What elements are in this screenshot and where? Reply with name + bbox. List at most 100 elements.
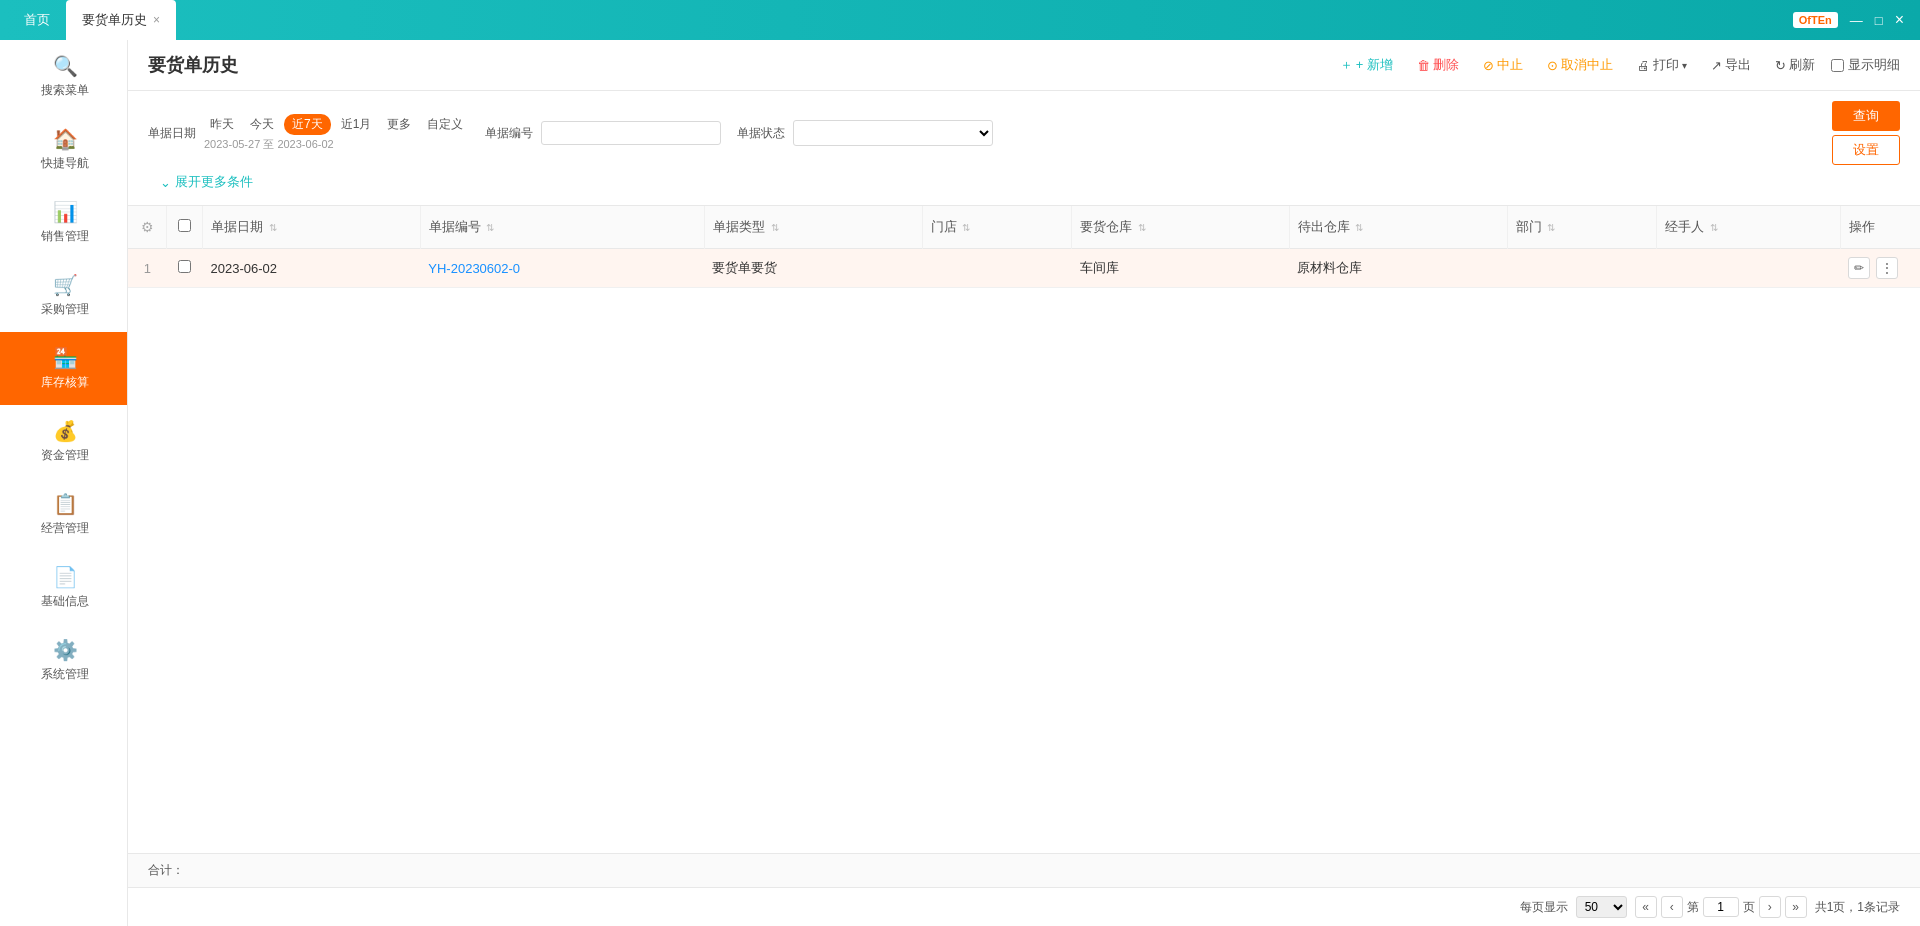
cancel-stop-label: 取消中止 — [1561, 56, 1613, 74]
column-settings-icon[interactable]: ⚙ — [136, 216, 158, 238]
search-area: 单据日期 昨天 今天 近7天 近1月 更多 自定义 2023-05-27 至 2… — [128, 91, 1920, 206]
delete-button[interactable]: 🗑 删除 — [1409, 52, 1467, 78]
sidebar-item-basic[interactable]: 📄 基础信息 — [0, 551, 127, 624]
col-dept: 部门 ⇅ — [1507, 206, 1656, 249]
order-no-link[interactable]: YH-20230602-0 — [428, 261, 520, 276]
col-ops-label: 操作 — [1849, 219, 1875, 234]
col-handler: 经手人 ⇅ — [1656, 206, 1840, 249]
stop-icon: ⊘ — [1483, 58, 1494, 73]
purchase-icon: 🛒 — [53, 273, 78, 297]
row-checkbox[interactable] — [178, 260, 191, 273]
page-goto-label: 第 — [1687, 899, 1699, 916]
page-first-btn[interactable]: « — [1635, 896, 1657, 918]
system-icon: ⚙️ — [53, 638, 78, 662]
status-select[interactable] — [793, 120, 993, 146]
sidebar-item-sales-label: 销售管理 — [41, 228, 89, 245]
shortcut-more[interactable]: 更多 — [381, 114, 417, 135]
print-icon: 🖨 — [1637, 58, 1650, 73]
row-edit-btn[interactable]: ✏ — [1848, 257, 1870, 279]
expand-chevron-icon: ⌄ — [160, 175, 171, 190]
operation-icon: 📋 — [53, 492, 78, 516]
tab-history[interactable]: 要货单历史 × — [66, 0, 176, 40]
add-button[interactable]: ＋ + 新增 — [1332, 52, 1401, 78]
col-store: 门店 ⇅ — [922, 206, 1071, 249]
page-prev-btn[interactable]: ‹ — [1661, 896, 1683, 918]
display-detail-checkbox[interactable] — [1831, 59, 1844, 72]
finance-icon: 💰 — [53, 419, 78, 443]
tab-home-label: 首页 — [24, 11, 50, 29]
col-dept-sort-icon[interactable]: ⇅ — [1547, 222, 1555, 233]
sidebar-item-finance[interactable]: 💰 资金管理 — [0, 405, 127, 478]
cancel-stop-button[interactable]: ⊙ 取消中止 — [1539, 52, 1621, 78]
sidebar-item-system-label: 系统管理 — [41, 666, 89, 683]
sidebar: 🔍 搜索菜单 🏠 快捷导航 📊 销售管理 🛒 采购管理 🏪 库存核算 💰 资金管… — [0, 40, 128, 926]
cell-date: 2023-06-02 — [203, 249, 421, 288]
window-close-btn[interactable]: × — [1895, 11, 1904, 29]
shortcut-custom[interactable]: 自定义 — [421, 114, 469, 135]
cell-checkbox — [167, 249, 203, 288]
pagination-bar: 每页显示 10 20 50 100 « ‹ 第 1 页 › » 共1页，1条记录 — [128, 887, 1920, 926]
page-size-select[interactable]: 10 20 50 100 — [1576, 896, 1627, 918]
col-checkbox — [167, 206, 203, 249]
cancel-icon: ⊙ — [1547, 58, 1558, 73]
col-handler-sort-icon[interactable]: ⇅ — [1710, 222, 1718, 233]
tab-close-icon[interactable]: × — [153, 13, 160, 27]
sidebar-item-operation[interactable]: 📋 经营管理 — [0, 478, 127, 551]
page-goto-suffix: 页 — [1743, 899, 1755, 916]
shortcut-1month[interactable]: 近1月 — [335, 114, 378, 135]
cell-req-warehouse: 车间库 — [1072, 249, 1290, 288]
stop-button[interactable]: ⊘ 中止 — [1475, 52, 1531, 78]
sidebar-item-sales[interactable]: 📊 销售管理 — [0, 186, 127, 259]
col-type-sort-icon[interactable]: ⇅ — [771, 222, 779, 233]
refresh-button[interactable]: ↻ 刷新 — [1767, 52, 1823, 78]
select-all-checkbox[interactable] — [178, 219, 191, 232]
order-no-field: 单据编号 — [485, 121, 721, 145]
col-req-warehouse-label: 要货仓库 — [1080, 219, 1132, 234]
sidebar-item-basic-label: 基础信息 — [41, 593, 89, 610]
sidebar-item-search[interactable]: 🔍 搜索菜单 — [0, 40, 127, 113]
toolbar: ＋ + 新增 🗑 删除 ⊘ 中止 ⊙ 取消中止 🖨 打印 — [1332, 52, 1900, 78]
date-label: 单据日期 — [148, 125, 196, 142]
page-last-btn[interactable]: » — [1785, 896, 1807, 918]
export-label: 导出 — [1725, 56, 1751, 74]
cell-store — [922, 249, 1071, 288]
shortcut-yesterday[interactable]: 昨天 — [204, 114, 240, 135]
top-bar: 首页 要货单历史 × OfTEn — □ × — [0, 0, 1920, 40]
col-pending-warehouse-sort-icon[interactable]: ⇅ — [1355, 222, 1363, 233]
search-row: 单据日期 昨天 今天 近7天 近1月 更多 自定义 2023-05-27 至 2… — [148, 101, 1900, 165]
window-minimize-btn[interactable]: — — [1850, 13, 1863, 28]
col-store-sort-icon[interactable]: ⇅ — [962, 222, 970, 233]
export-button[interactable]: ↗ 导出 — [1703, 52, 1759, 78]
sidebar-item-quick-nav[interactable]: 🏠 快捷导航 — [0, 113, 127, 186]
sidebar-item-system[interactable]: ⚙️ 系统管理 — [0, 624, 127, 697]
expand-conditions-btn[interactable]: ⌄ 展开更多条件 — [148, 169, 1900, 195]
page-next-btn[interactable]: › — [1759, 896, 1781, 918]
cell-order-no: YH-20230602-0 — [420, 249, 704, 288]
delete-label: 删除 — [1433, 56, 1459, 74]
display-detail-toggle[interactable]: 显示明细 — [1831, 56, 1900, 74]
window-maximize-btn[interactable]: □ — [1875, 13, 1883, 28]
table-row: 1 2023-06-02 YH-20230602-0 要货单要货 车间库 原材料… — [128, 249, 1920, 288]
col-ops: 操作 — [1840, 206, 1920, 249]
col-req-warehouse-sort-icon[interactable]: ⇅ — [1138, 222, 1146, 233]
date-shortcut-group: 昨天 今天 近7天 近1月 更多 自定义 — [204, 114, 469, 135]
cell-pending-warehouse: 原材料仓库 — [1289, 249, 1507, 288]
order-no-input[interactable] — [541, 121, 721, 145]
print-label: 打印 — [1653, 56, 1679, 74]
sidebar-item-purchase[interactable]: 🛒 采购管理 — [0, 259, 127, 332]
col-date-sort-icon[interactable]: ⇅ — [269, 222, 277, 233]
print-button[interactable]: 🖨 打印 ▾ — [1629, 52, 1695, 78]
tab-home[interactable]: 首页 — [8, 0, 66, 40]
col-pending-warehouse: 待出仓库 ⇅ — [1289, 206, 1507, 249]
shortcut-today[interactable]: 今天 — [244, 114, 280, 135]
row-more-btn[interactable]: ⋮ — [1876, 257, 1898, 279]
col-no-sort-icon[interactable]: ⇅ — [486, 222, 494, 233]
cell-handler — [1656, 249, 1840, 288]
query-button[interactable]: 查询 — [1832, 101, 1900, 131]
settings-button[interactable]: 设置 — [1832, 135, 1900, 165]
sidebar-item-inventory[interactable]: 🏪 库存核算 — [0, 332, 127, 405]
page-number-input[interactable]: 1 — [1703, 897, 1739, 917]
inventory-icon: 🏪 — [53, 346, 78, 370]
shortcut-7days[interactable]: 近7天 — [284, 114, 331, 135]
add-icon: ＋ — [1340, 56, 1353, 74]
